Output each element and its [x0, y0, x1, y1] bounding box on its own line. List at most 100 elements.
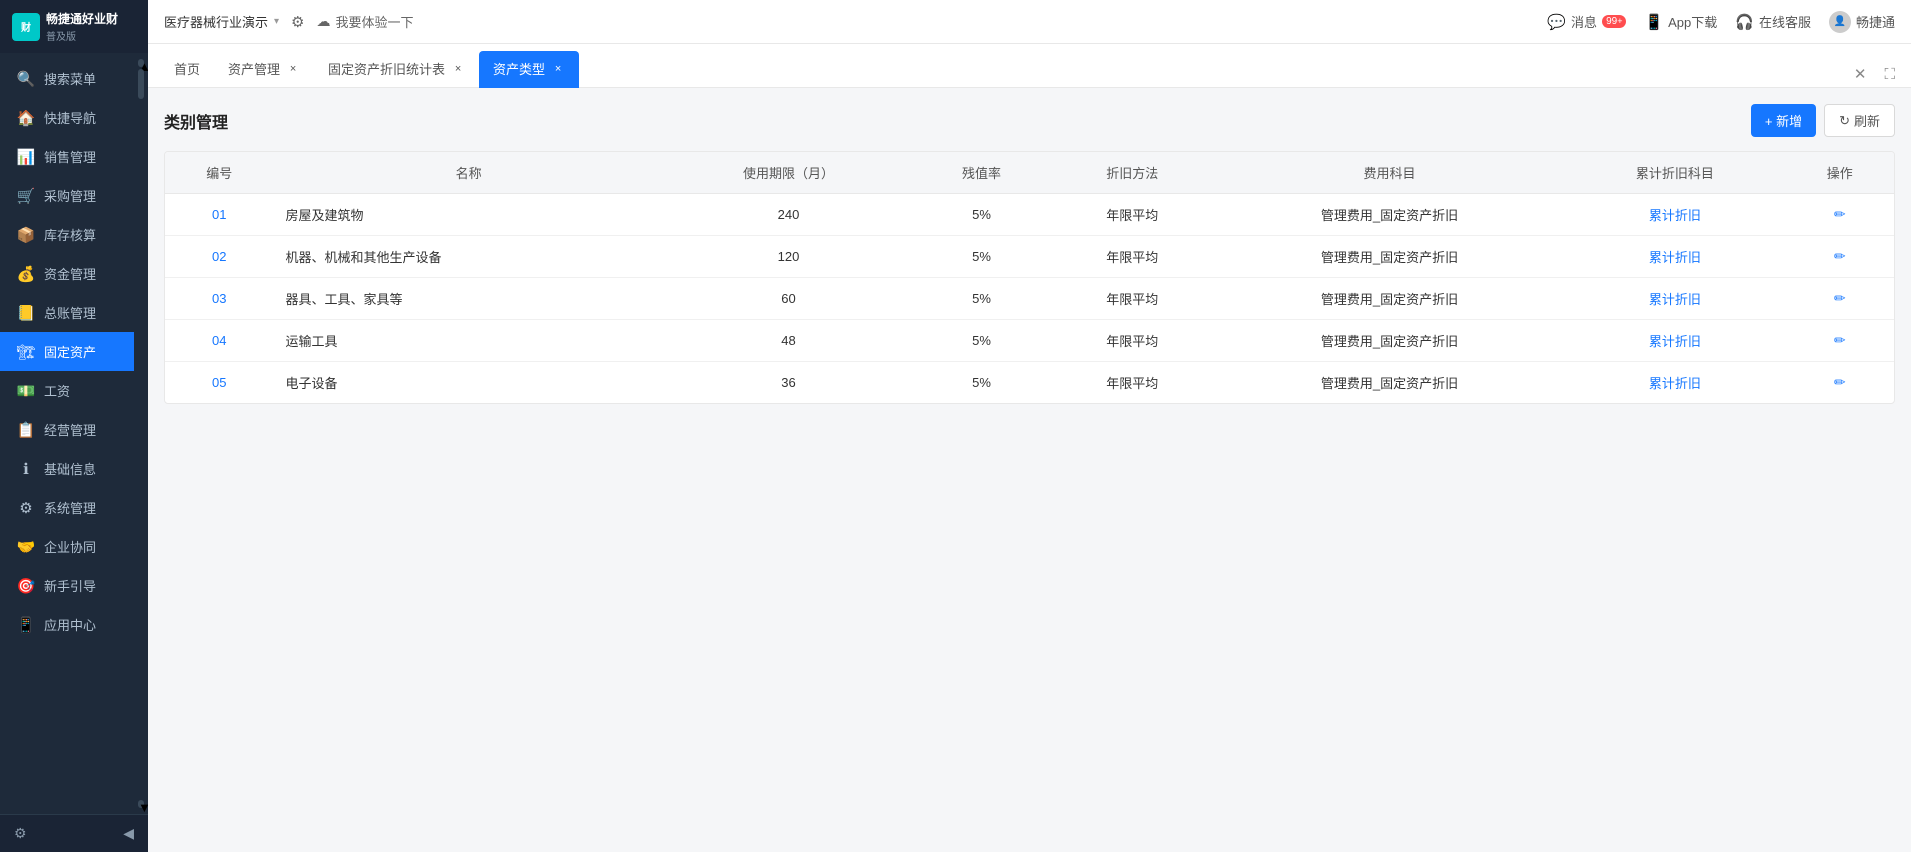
- sidebar-item-operations[interactable]: 📋 经营管理: [0, 410, 134, 449]
- sidebar-item-fixed-assets[interactable]: 🏗 固定资产: [0, 332, 134, 371]
- sidebar-main: 🔍 搜索菜单 🏠 快捷导航 📊 销售管理 🛒 采购管理 📦 库存核算 💰 资金管…: [0, 53, 148, 814]
- online-service-action[interactable]: 🎧 在线客服: [1735, 12, 1811, 31]
- sidebar-item-inventory[interactable]: 📦 库存核算: [0, 215, 134, 254]
- nav-icon-payroll: 💵: [16, 382, 36, 400]
- messages-badge: 99+: [1602, 15, 1626, 28]
- nav-icon-purchase: 🛒: [16, 187, 36, 205]
- edit-icon[interactable]: ✏: [1834, 290, 1846, 306]
- cell-action[interactable]: ✏: [1785, 362, 1894, 404]
- nav-icon-app-center: 📱: [16, 616, 36, 634]
- online-service-label: 在线客服: [1759, 12, 1811, 31]
- collapse-icon[interactable]: ◀: [123, 825, 134, 842]
- edit-icon[interactable]: ✏: [1834, 248, 1846, 264]
- sidebar-item-ledger[interactable]: 📒 总账管理: [0, 293, 134, 332]
- cell-action[interactable]: ✏: [1785, 236, 1894, 278]
- sidebar-item-payroll[interactable]: 💵 工资: [0, 371, 134, 410]
- edit-icon[interactable]: ✏: [1834, 206, 1846, 222]
- sidebar-item-app-center[interactable]: 📱 应用中心: [0, 605, 134, 644]
- cell-action[interactable]: ✏: [1785, 278, 1894, 320]
- sidebar-item-purchase[interactable]: 🛒 采购管理: [0, 176, 134, 215]
- edit-icon[interactable]: ✏: [1834, 374, 1846, 390]
- nav-label-capital: 资金管理: [44, 264, 96, 283]
- sidebar-item-sales[interactable]: 📊 销售管理: [0, 137, 134, 176]
- cell-expense: 管理费用_固定资产折旧: [1215, 194, 1565, 236]
- col-expense: 费用科目: [1215, 152, 1565, 194]
- col-action: 操作: [1785, 152, 1894, 194]
- sidebar-item-guide[interactable]: 🎯 新手引导: [0, 566, 134, 605]
- nav-icon-operations: 📋: [16, 421, 36, 439]
- tabbar: 首页 资产管理 × 固定资产折旧统计表 × 资产类型 × ✕ ⛶: [148, 44, 1911, 88]
- cell-expense: 管理费用_固定资产折旧: [1215, 236, 1565, 278]
- settings-icon[interactable]: ⚙: [14, 825, 27, 842]
- nav-label-operations: 经营管理: [44, 420, 96, 439]
- cell-name: 运输工具: [273, 320, 663, 362]
- company-selector[interactable]: 医疗器械行业演示 ▾: [164, 12, 279, 31]
- refresh-icon: ↻: [1839, 113, 1850, 129]
- tab-depreciation-label: 固定资产折旧统计表: [328, 59, 445, 78]
- sidebar-logo: 财: [12, 13, 40, 41]
- table-row: 01 房屋及建筑物 240 5% 年限平均 管理费用_固定资产折旧 累计折旧 ✏: [165, 194, 1894, 236]
- nav-label-ledger: 总账管理: [44, 303, 96, 322]
- tab-depreciation-close[interactable]: ×: [451, 62, 465, 76]
- tab-asset-type[interactable]: 资产类型 ×: [479, 51, 579, 88]
- nav-icon-enterprise: 🤝: [16, 538, 36, 556]
- scroll-up-arrow[interactable]: ▲: [138, 59, 144, 67]
- tab-asset-management-close[interactable]: ×: [286, 62, 300, 76]
- section-header: 类别管理 + 新增 ↻ 刷新: [164, 104, 1895, 137]
- cell-accumulated: 累计折旧: [1564, 236, 1785, 278]
- experience-button[interactable]: ☁ 我要体验一下: [317, 12, 414, 31]
- nav-icon-capital: 💰: [16, 265, 36, 283]
- tab-asset-type-close[interactable]: ×: [551, 62, 565, 76]
- nav-label-basic-info: 基础信息: [44, 459, 96, 478]
- col-period: 使用期限（月）: [664, 152, 913, 194]
- cell-action[interactable]: ✏: [1785, 320, 1894, 362]
- sidebar-item-enterprise[interactable]: 🤝 企业协同: [0, 527, 134, 566]
- cell-id: 04: [165, 320, 273, 362]
- sidebar-item-basic-info[interactable]: ℹ 基础信息: [0, 449, 134, 488]
- cell-residual: 5%: [913, 278, 1050, 320]
- nav-icon-ledger: 📒: [16, 304, 36, 322]
- sidebar-item-quick-nav[interactable]: 🏠 快捷导航: [0, 98, 134, 137]
- cell-period: 36: [664, 362, 913, 404]
- app-download-action[interactable]: 📱 App下载: [1644, 12, 1717, 31]
- sidebar-nav: 🔍 搜索菜单 🏠 快捷导航 📊 销售管理 🛒 采购管理 📦 库存核算 💰 资金管…: [0, 53, 134, 650]
- cell-id: 02: [165, 236, 273, 278]
- new-button[interactable]: + 新增: [1751, 104, 1816, 137]
- scroll-down-arrow[interactable]: ▼: [138, 800, 144, 808]
- cell-action[interactable]: ✏: [1785, 194, 1894, 236]
- sidebar-item-search[interactable]: 🔍 搜索菜单: [0, 59, 134, 98]
- table-header: 编号 名称 使用期限（月） 残值率 折旧方法 费用科目 累计折旧科目 操作: [165, 152, 1894, 194]
- data-table: 编号 名称 使用期限（月） 残值率 折旧方法 费用科目 累计折旧科目 操作 01…: [164, 151, 1895, 404]
- cell-residual: 5%: [913, 362, 1050, 404]
- app-download-icon: 📱: [1644, 13, 1663, 31]
- experience-label: 我要体验一下: [336, 12, 414, 31]
- app-version: 普及版: [46, 28, 118, 43]
- topbar: 医疗器械行业演示 ▾ ⚙ ☁ 我要体验一下 💬 消息 99+ 📱 App下载 🎧…: [148, 0, 1911, 44]
- tab-asset-management[interactable]: 资产管理 ×: [214, 51, 314, 88]
- tab-close-window-icon[interactable]: ✕: [1850, 61, 1871, 87]
- col-name: 名称: [273, 152, 663, 194]
- refresh-button[interactable]: ↻ 刷新: [1824, 104, 1895, 137]
- cell-name: 电子设备: [273, 362, 663, 404]
- nav-icon-basic-info: ℹ: [16, 460, 36, 478]
- nav-icon-search: 🔍: [16, 70, 36, 88]
- edit-icon[interactable]: ✏: [1834, 332, 1846, 348]
- sidebar-item-capital[interactable]: 💰 资金管理: [0, 254, 134, 293]
- user-area[interactable]: 👤 畅捷通: [1829, 11, 1895, 33]
- cell-method: 年限平均: [1050, 194, 1215, 236]
- tab-fixed-asset-depreciation[interactable]: 固定资产折旧统计表 ×: [314, 51, 479, 88]
- scroll-thumb[interactable]: [138, 69, 144, 99]
- topbar-right: 💬 消息 99+ 📱 App下载 🎧 在线客服 👤 畅捷通: [1547, 11, 1895, 33]
- topbar-settings-icon[interactable]: ⚙: [291, 13, 304, 31]
- sidebar-item-system[interactable]: ⚙ 系统管理: [0, 488, 134, 527]
- avatar: 👤: [1829, 11, 1851, 33]
- sidebar: 财 畅捷通好业财 普及版 🔍 搜索菜单 🏠 快捷导航 📊 销售管理 🛒 采购管理…: [0, 0, 148, 852]
- cell-accumulated: 累计折旧: [1564, 194, 1785, 236]
- tab-expand-icon[interactable]: ⛶: [1880, 62, 1899, 87]
- nav-icon-inventory: 📦: [16, 226, 36, 244]
- messages-action[interactable]: 💬 消息 99+: [1547, 12, 1626, 31]
- tab-home[interactable]: 首页: [160, 51, 214, 88]
- nav-label-system: 系统管理: [44, 498, 96, 517]
- cell-period: 240: [664, 194, 913, 236]
- table-body: 01 房屋及建筑物 240 5% 年限平均 管理费用_固定资产折旧 累计折旧 ✏…: [165, 194, 1894, 404]
